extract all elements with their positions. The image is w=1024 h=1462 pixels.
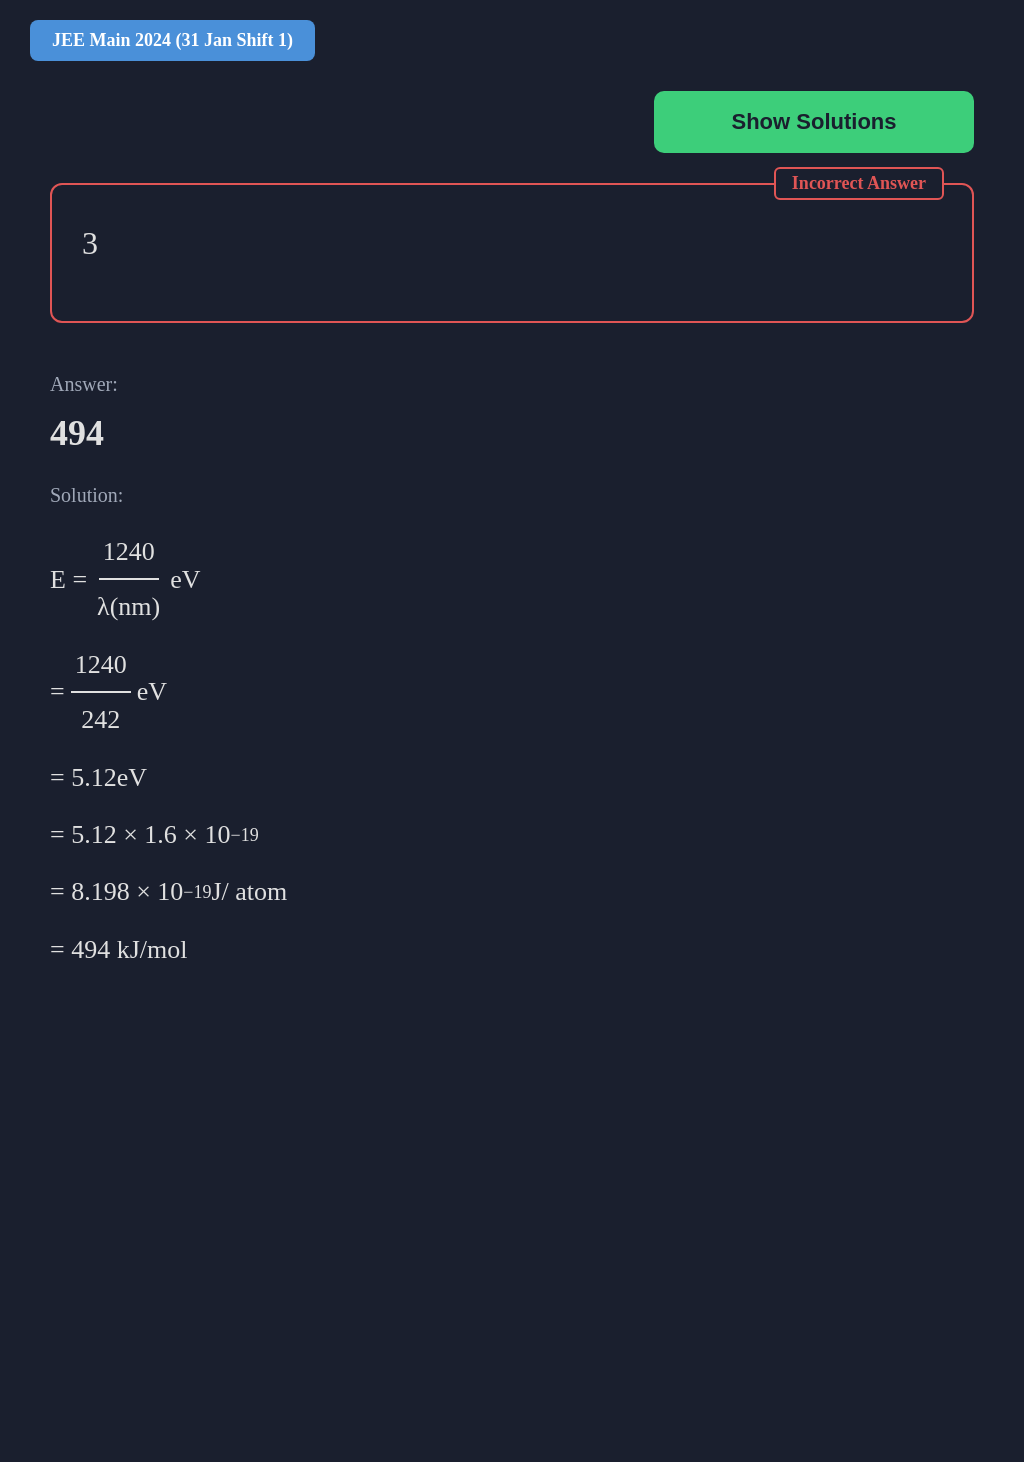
- solution-line6-text: = 494 kJ/mol: [50, 925, 187, 974]
- solution-label: Solution:: [50, 484, 974, 507]
- solution-line4-exp: −19: [231, 818, 259, 852]
- top-badge: JEE Main 2024 (31 Jan Shift 1): [30, 20, 315, 61]
- solution-line1-unit: eV: [170, 555, 200, 604]
- answer-label: Answer:: [50, 373, 974, 396]
- solution-line-2: = 1240 242 eV: [50, 640, 974, 745]
- solution-line1-eq: E =: [50, 555, 87, 604]
- answer-box: 3: [50, 183, 974, 323]
- show-solutions-label: Show Solutions: [732, 109, 897, 134]
- page-container: JEE Main 2024 (31 Jan Shift 1) Show Solu…: [0, 0, 1024, 1462]
- solution-line-5: = 8.198 × 10−19 J/ atom: [50, 867, 974, 916]
- incorrect-badge-text: Incorrect Answer: [792, 173, 926, 193]
- solution-line3-text: = 5.12eV: [50, 753, 147, 802]
- answer-box-container: 3 Incorrect Answer: [50, 183, 974, 323]
- top-badge-label: JEE Main 2024 (31 Jan Shift 1): [52, 30, 293, 50]
- incorrect-badge: Incorrect Answer: [774, 167, 944, 200]
- fraction-2: 1240 242: [71, 640, 131, 745]
- solution-line5-text: = 8.198 × 10: [50, 867, 183, 916]
- answer-section: Answer: 494 Solution:: [30, 373, 994, 507]
- solution-line-6: = 494 kJ/mol: [50, 925, 974, 974]
- fraction-1: 1240 λ(nm): [93, 527, 164, 632]
- solution-line5-exp: −19: [183, 875, 211, 909]
- solution-line-1: E = 1240 λ(nm) eV: [50, 527, 974, 632]
- solution-line2-eq: =: [50, 667, 65, 716]
- show-solutions-area: Show Solutions: [30, 91, 994, 153]
- answer-value: 494: [50, 412, 974, 454]
- fraction2-numerator: 1240: [71, 640, 131, 693]
- fraction2-denominator: 242: [77, 693, 124, 744]
- fraction1-numerator: 1240: [99, 527, 159, 580]
- solution-line4-text: = 5.12 × 1.6 × 10: [50, 810, 231, 859]
- solution-line-3: = 5.12eV: [50, 753, 974, 802]
- solution-line-4: = 5.12 × 1.6 × 10−19: [50, 810, 974, 859]
- show-solutions-button[interactable]: Show Solutions: [654, 91, 974, 153]
- user-answer-value: 3: [82, 225, 942, 262]
- solution-line5-suffix: J/ atom: [211, 867, 287, 916]
- solution-math: E = 1240 λ(nm) eV = 1240 242 eV = 5.12eV…: [30, 527, 994, 974]
- solution-line2-unit: eV: [137, 667, 167, 716]
- fraction1-denominator: λ(nm): [93, 580, 164, 631]
